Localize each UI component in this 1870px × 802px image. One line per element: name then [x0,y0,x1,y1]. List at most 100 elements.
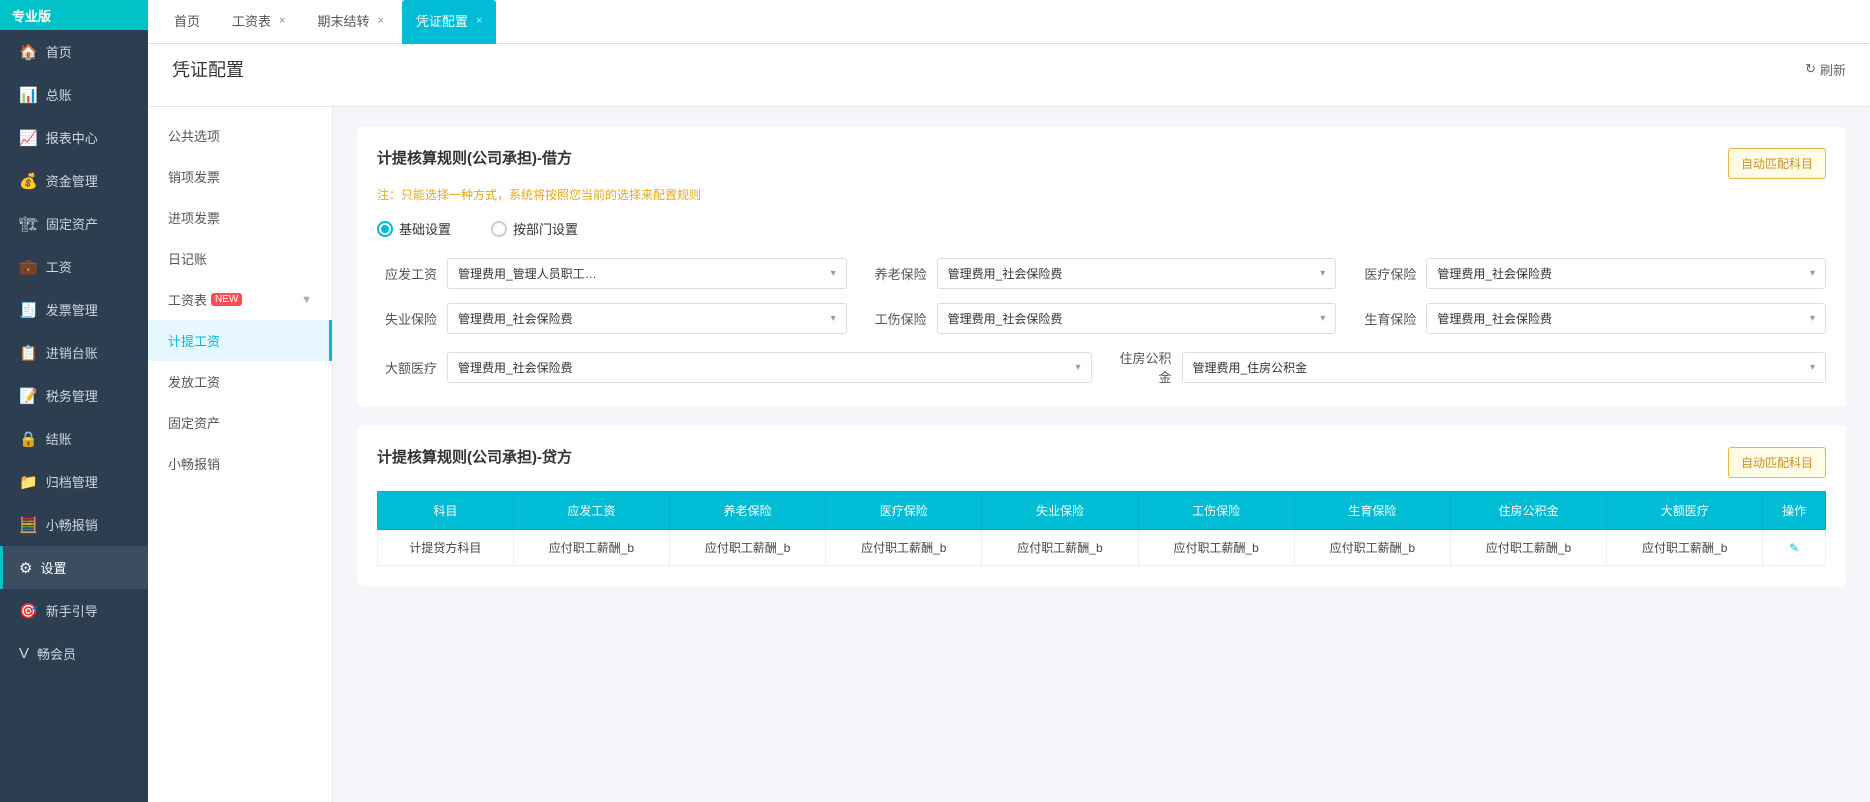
left-nav-public[interactable]: 公共选项 [148,115,332,156]
injury-select[interactable]: 管理费用_社会保险费 ▾ [937,303,1337,334]
sidebar-item-settings[interactable]: ⚙ 设置 [0,546,148,589]
sidebar-item-invoice[interactable]: 🧾 发票管理 [0,288,148,331]
tax-icon: 📝 [19,387,38,405]
col-maternity: 生育保险 [1294,492,1450,530]
cell-medical: 应付职工薪酬_b [826,530,982,566]
tab-payroll[interactable]: 工资表 × [218,0,299,44]
page-title: 凭证配置 [172,56,244,94]
left-nav-expense[interactable]: 小畅报销 [148,443,332,484]
tab-voucher-config[interactable]: 凭证配置 × [402,0,496,44]
form-item-pension: 养老保险 管理费用_社会保险费 ▾ [867,258,1337,289]
auto-match-debit-button[interactable]: 自动匹配科目 [1728,148,1826,179]
medical-select[interactable]: 管理费用_社会保险费 ▾ [1426,258,1826,289]
sidebar-item-guide[interactable]: 🎯 新手引导 [0,589,148,632]
col-housing: 住房公积金 [1450,492,1606,530]
section1-title: 计提核算规则(公司承担)-借方 [377,147,572,168]
page-header: 凭证配置 ↻ 刷新 [148,44,1870,107]
form-item-wage: 应发工资 管理费用_管理人员职工薪酬 ▾ [377,258,847,289]
sidebar-item-member[interactable]: V 畅会员 [0,632,148,675]
cell-subject: 计提贷方科目 [378,530,514,566]
major-medical-select[interactable]: 管理费用_社会保险费 ▾ [447,352,1092,383]
app-title: 专业版 [0,0,148,30]
wage-arrow-icon: ▾ [831,268,836,279]
invoice-icon: 🧾 [19,301,38,319]
section2-title: 计提核算规则(公司承担)-贷方 [377,446,572,467]
sidebar-item-archive[interactable]: 📁 归档管理 [0,460,148,503]
form-row-1: 应发工资 管理费用_管理人员职工薪酬 ▾ 养老保险 管理费用_社会保险费 ▾ [377,258,1826,289]
capital-icon: 💰 [19,172,38,190]
cell-action[interactable]: ✎ [1763,530,1826,566]
radio-dept[interactable]: 按部门设置 [491,219,578,238]
chevron-icon: ▼ [301,294,312,306]
close-icon: 🔒 [19,430,38,448]
unemployment-select[interactable]: 管理费用_社会保险费 ▾ [447,303,847,334]
sidebar: 专业版 🏠 首页 📊 总账 📈 报表中心 💰 资金管理 🏗 固定资产 💼 工资 … [0,0,148,802]
sidebar-item-purchase-sale[interactable]: 📋 进销台账 [0,331,148,374]
unemployment-arrow-icon: ▾ [831,313,836,324]
wage-select[interactable]: 管理费用_管理人员职工薪酬 ▾ [447,258,847,289]
form-item-major-medical: 大额医疗 管理费用_社会保险费 ▾ [377,348,1092,386]
left-nav-journal[interactable]: 日记账 [148,238,332,279]
cell-injury: 应付职工薪酬_b [1138,530,1294,566]
maternity-select[interactable]: 管理费用_社会保险费 ▾ [1426,303,1826,334]
housing-fund-select[interactable]: 管理费用_住房公积金 ▾ [1182,352,1827,383]
maternity-arrow-icon: ▾ [1810,313,1815,324]
form-item-housing-fund: 住房公积金 管理费用_住房公积金 ▾ [1112,348,1827,386]
left-nav-fixed-asset[interactable]: 固定资产 [148,402,332,443]
report-icon: 📈 [19,129,38,147]
sidebar-item-tax[interactable]: 📝 税务管理 [0,374,148,417]
cell-wage: 应付职工薪酬_b [513,530,669,566]
tab-payroll-close[interactable]: × [279,15,285,27]
left-nav-pay-salary[interactable]: 发放工资 [148,361,332,402]
tab-voucher-config-close[interactable]: × [476,15,482,27]
pension-select[interactable]: 管理费用_社会保险费 ▾ [937,258,1337,289]
col-pension: 养老保险 [670,492,826,530]
credit-table: 科目 应发工资 养老保险 医疗保险 失业保险 工伤保险 生育保险 住房公积金 大… [377,491,1826,566]
tab-bar: 首页 工资表 × 期末结转 × 凭证配置 × [148,0,1870,44]
form-row-2: 失业保险 管理费用_社会保险费 ▾ 工伤保险 管理费用_社会保险费 ▾ [377,303,1826,334]
sidebar-item-capital[interactable]: 💰 资金管理 [0,159,148,202]
left-nav-sales-invoice[interactable]: 销项发票 [148,156,332,197]
salary-icon: 💼 [19,258,38,276]
injury-arrow-icon: ▾ [1320,313,1325,324]
cell-maternity: 应付职工薪酬_b [1294,530,1450,566]
sidebar-item-close[interactable]: 🔒 结账 [0,417,148,460]
left-nav-purchase-invoice[interactable]: 进项发票 [148,197,332,238]
settings-icon: ⚙ [19,559,32,577]
radio-dept-circle [491,221,507,237]
cell-major-medical: 应付职工薪酬_b [1607,530,1763,566]
edit-icon[interactable]: ✎ [1789,541,1799,555]
radio-basic[interactable]: 基础设置 [377,219,451,238]
sidebar-item-report[interactable]: 📈 报表中心 [0,116,148,159]
medical-arrow-icon: ▾ [1810,268,1815,279]
auto-match-credit-button[interactable]: 自动匹配科目 [1728,447,1826,478]
cell-housing: 应付职工薪酬_b [1450,530,1606,566]
sidebar-item-ledger[interactable]: 📊 总账 [0,73,148,116]
form-item-medical: 医疗保险 管理费用_社会保险费 ▾ [1356,258,1826,289]
col-major-medical: 大额医疗 [1607,492,1763,530]
form-item-injury: 工伤保险 管理费用_社会保险费 ▾ [867,303,1337,334]
sidebar-item-salary[interactable]: 💼 工资 [0,245,148,288]
section1-notice: 注：只能选择一种方式，系统将按照您当前的选择来配置规则 [377,186,1826,203]
form-item-unemployment: 失业保险 管理费用_社会保险费 ▾ [377,303,847,334]
tab-period-close[interactable]: 期末结转 × [303,0,397,44]
left-nav-payroll-table[interactable]: 工资表 NEW ▼ [148,279,332,320]
tab-period-close-close[interactable]: × [377,15,383,27]
new-badge: NEW [211,293,242,306]
guide-icon: 🎯 [19,602,38,620]
form-item-maternity: 生育保险 管理费用_社会保险费 ▾ [1356,303,1826,334]
purchase-sale-icon: 📋 [19,344,38,362]
tab-home[interactable]: 首页 [160,0,214,44]
sidebar-item-expense[interactable]: 🧮 小畅报销 [0,503,148,546]
sidebar-item-home[interactable]: 🏠 首页 [0,30,148,73]
cell-pension: 应付职工薪酬_b [670,530,826,566]
section-credit: 计提核算规则(公司承担)-贷方 自动匹配科目 科目 应发工资 养老保险 医疗保险… [357,426,1846,586]
radio-group: 基础设置 按部门设置 [377,219,1826,238]
right-content: 计提核算规则(公司承担)-借方 自动匹配科目 注：只能选择一种方式，系统将按照您… [333,107,1870,802]
left-nav-calc-salary[interactable]: 计提工资 [148,320,332,361]
col-subject: 科目 [378,492,514,530]
col-injury: 工伤保险 [1138,492,1294,530]
sidebar-item-fixed-asset[interactable]: 🏗 固定资产 [0,202,148,245]
expense-icon: 🧮 [19,516,38,534]
refresh-button[interactable]: ↻ 刷新 [1805,60,1846,91]
